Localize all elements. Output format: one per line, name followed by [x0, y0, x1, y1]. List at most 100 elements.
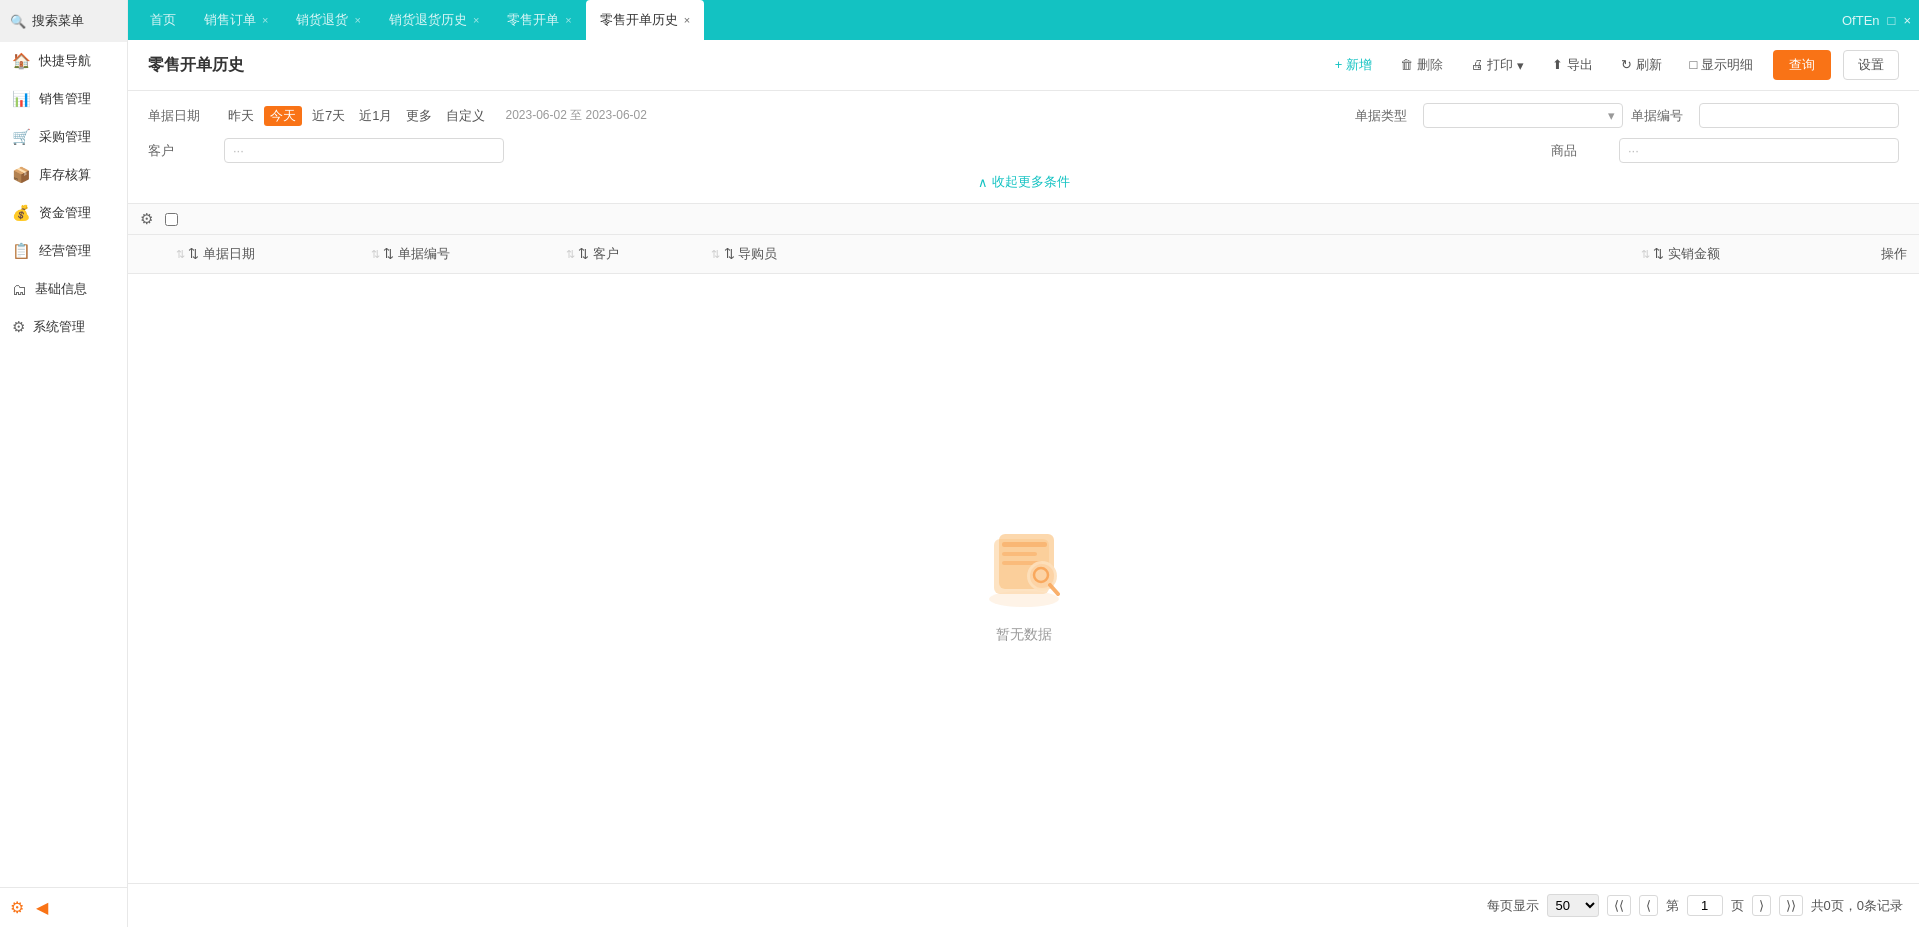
settings-button[interactable]: 设置	[1843, 50, 1899, 80]
sidebar-label-inventory: 库存核算	[39, 166, 91, 184]
delete-button[interactable]: 🗑 删除	[1392, 52, 1451, 78]
filter-row-2: 客户 ··· 商品 ···	[148, 138, 1899, 163]
date-shortcuts: 昨天今天近7天近1月更多自定义	[224, 106, 489, 126]
sidebar-item-purchase-mgmt[interactable]: 🛒 采购管理	[0, 118, 127, 156]
tab-close-sales-return[interactable]: ×	[354, 14, 360, 26]
date-shortcut-last7[interactable]: 近7天	[308, 106, 349, 126]
sidebar-icon-sys-mgmt: ⚙	[12, 318, 25, 336]
current-page-input[interactable]	[1687, 895, 1723, 916]
goods-label: 商品	[1551, 142, 1611, 160]
add-button[interactable]: + 新增	[1327, 52, 1380, 78]
collapse-icon: ∧	[978, 175, 988, 190]
th-guide[interactable]: ⇅ 导购员	[699, 235, 869, 274]
last-page-button[interactable]: ⟩⟩	[1779, 895, 1803, 916]
sidebar-item-quick-nav[interactable]: 🏠 快捷导航	[0, 42, 127, 80]
tab-close-sales-order[interactable]: ×	[262, 14, 268, 26]
date-shortcut-last1month[interactable]: 近1月	[355, 106, 396, 126]
next-page-button[interactable]: ⟩	[1752, 895, 1771, 916]
sidebar-item-sys-mgmt[interactable]: ⚙系统管理	[0, 308, 127, 346]
tab-label-home: 首页	[150, 11, 176, 29]
sidebar-label-sales-mgmt: 销售管理	[39, 90, 91, 108]
tab-retail-open[interactable]: 零售开单×	[493, 0, 585, 40]
sidebar-item-basic-info[interactable]: 🗂 基础信息	[0, 270, 127, 308]
tab-retail-open-history[interactable]: 零售开单历史×	[586, 0, 704, 40]
doc-type-select[interactable]	[1423, 103, 1623, 128]
th-customer[interactable]: ⇅ 客户	[554, 235, 700, 274]
sidebar-menu: 🏠 快捷导航 📊 销售管理 🛒 采购管理 📦库存核算💰资金管理 📋 经营管理 🗂 基础信息 ⚙系统管理	[0, 42, 127, 887]
tab-close-sales-return-history[interactable]: ×	[473, 14, 479, 26]
tab-close-retail-open[interactable]: ×	[565, 14, 571, 26]
tab-label-sales-order: 销售订单	[204, 11, 256, 29]
tab-sales-return[interactable]: 销货退货×	[282, 0, 374, 40]
search-icon: 🔍	[10, 14, 26, 29]
tab-label-sales-return-history: 销货退货历史	[389, 11, 467, 29]
customer-label: 客户	[148, 142, 208, 160]
collapse-button[interactable]: ∧ 收起更多条件	[978, 173, 1070, 191]
date-shortcut-today[interactable]: 今天	[264, 106, 302, 126]
sidebar-icon-basic-info: 🗂	[12, 281, 27, 298]
export-button[interactable]: ⬆ 导出	[1544, 52, 1601, 78]
empty-text: 暂无数据	[996, 626, 1052, 644]
print-button[interactable]: 🖨 打印 ▾	[1463, 52, 1533, 78]
filter-row-1: 单据日期 昨天今天近7天近1月更多自定义 2023-06-02 至 2023-0…	[148, 103, 1899, 128]
per-page-label: 每页显示	[1487, 897, 1539, 915]
tab-sales-return-history[interactable]: 销货退货历史 ×	[375, 0, 493, 40]
tab-close-retail-open-history[interactable]: ×	[684, 14, 690, 26]
th-no[interactable]: ⇅ 单据编号	[359, 235, 554, 274]
sidebar-search-label: 搜索菜单	[32, 12, 84, 30]
th-checkbox	[128, 235, 164, 274]
sidebar-label-purchase-mgmt: 采购管理	[39, 128, 91, 146]
main-area: 首页销售订单×销货退货×销货退货历史×零售开单×零售开单历史× OfTEn □ …	[128, 0, 1919, 927]
sidebar-item-sales-mgmt[interactable]: 📊 销售管理	[0, 80, 127, 118]
doc-type-select-wrapper	[1423, 103, 1623, 128]
sidebar-label-ops-mgmt: 经营管理	[39, 242, 91, 260]
query-button[interactable]: 查询	[1773, 50, 1831, 80]
empty-illustration	[974, 514, 1074, 614]
date-shortcut-more[interactable]: 更多	[402, 106, 436, 126]
sidebar-label-basic-info: 基础信息	[35, 280, 87, 298]
sidebar-icon-ops-mgmt: 📋	[12, 242, 31, 260]
window-icon[interactable]: □	[1888, 13, 1896, 28]
prev-page-button[interactable]: ⟨	[1639, 895, 1658, 916]
sidebar-search[interactable]: 🔍 搜索菜单	[0, 0, 127, 42]
display-detail-button[interactable]: □ 显示明细	[1682, 52, 1761, 78]
sidebar-icon-sales-mgmt: 📊	[12, 90, 31, 108]
close-all-icon[interactable]: ×	[1903, 13, 1911, 28]
collapse-sidebar-icon[interactable]: ◀	[36, 898, 48, 917]
per-page-select[interactable]: 50 10 20 100	[1547, 894, 1599, 917]
often-label: OfTEn	[1842, 13, 1880, 28]
th-date[interactable]: ⇅ 单据日期	[164, 235, 359, 274]
date-shortcut-yesterday[interactable]: 昨天	[224, 106, 258, 126]
collapse-label: 收起更多条件	[992, 173, 1070, 191]
tab-home[interactable]: 首页	[136, 0, 190, 40]
sidebar-icon-purchase-mgmt: 🛒	[12, 128, 31, 146]
total-info: 共0页，0条记录	[1811, 897, 1903, 915]
data-table: ⇅ 单据日期 ⇅ 单据编号 ⇅ 客户 ⇅ 导购员 ⇅ 实销金额 操作	[128, 235, 1919, 274]
sidebar-label-quick-nav: 快捷导航	[39, 52, 91, 70]
customer-input[interactable]: ···	[224, 138, 504, 163]
sidebar-item-inventory[interactable]: 📦库存核算	[0, 156, 127, 194]
date-shortcut-custom[interactable]: 自定义	[442, 106, 489, 126]
table-area: ⚙ ⇅ 单据日期 ⇅ 单据编号 ⇅ 客户 ⇅ 导购员 ⇅ 实销金额 操作	[128, 204, 1919, 883]
page-label: 页	[1731, 897, 1744, 915]
svg-rect-4	[1002, 552, 1037, 556]
doc-type-label: 单据类型	[1355, 107, 1415, 125]
doc-no-input[interactable]	[1699, 103, 1899, 128]
content-area: 零售开单历史 + 新增 🗑 删除 🖨 打印 ▾ ⬆ 导出 ↻ 刷新 □ 显示明细…	[128, 40, 1919, 927]
first-page-button[interactable]: ⟨⟨	[1607, 895, 1631, 916]
select-all-checkbox[interactable]	[165, 213, 178, 226]
sidebar-icon-finance: 💰	[12, 204, 31, 222]
table-settings-icon[interactable]: ⚙	[140, 210, 153, 228]
svg-line-8	[1050, 585, 1058, 594]
date-filter-label: 单据日期	[148, 107, 208, 125]
sidebar-item-ops-mgmt[interactable]: 📋 经营管理	[0, 232, 127, 270]
sidebar-icon-quick-nav: 🏠	[12, 52, 31, 70]
th-actions: 操作	[1824, 235, 1919, 274]
tab-sales-order[interactable]: 销售订单 ×	[190, 0, 282, 40]
goods-input[interactable]: ···	[1619, 138, 1899, 163]
th-middle	[870, 235, 1629, 274]
sidebar-item-finance[interactable]: 💰资金管理	[0, 194, 127, 232]
th-amount[interactable]: ⇅ 实销金额	[1629, 235, 1824, 274]
settings-bottom-icon[interactable]: ⚙	[10, 898, 24, 917]
refresh-button[interactable]: ↻ 刷新	[1613, 52, 1670, 78]
